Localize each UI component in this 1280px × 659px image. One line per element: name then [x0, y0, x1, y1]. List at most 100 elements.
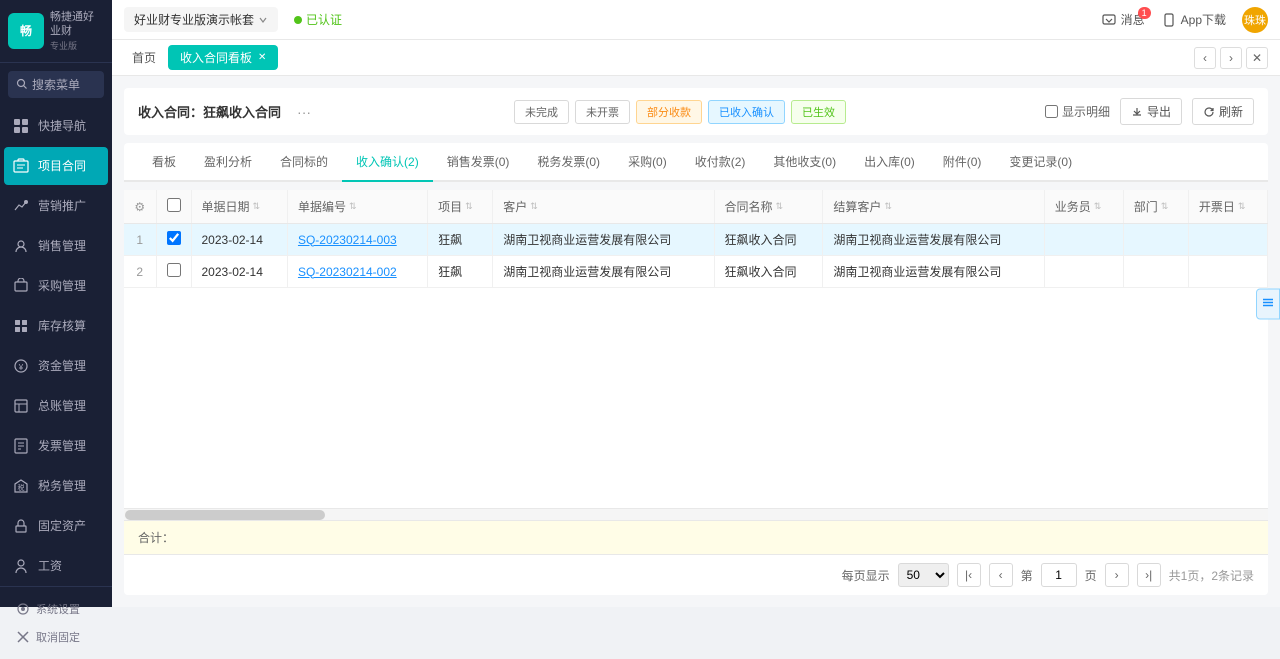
tab-purchase[interactable]: 采购(0): [614, 143, 681, 182]
scrollbar-thumb: [125, 510, 325, 520]
contract-prefix: 收入合同：狂飙收入合同: [138, 102, 281, 121]
sidebar-item-capital[interactable]: ¥ 资金管理: [4, 347, 108, 385]
sidebar-item-sales[interactable]: 销售管理: [4, 227, 108, 265]
message-button[interactable]: 消息 1: [1101, 11, 1145, 28]
tab-other-income[interactable]: 其他收支(0): [759, 143, 850, 182]
sidebar-item-hr[interactable]: 工资: [4, 547, 108, 585]
row-code[interactable]: SQ-20230214-003: [287, 224, 427, 256]
logo-sub: 专业版: [50, 39, 104, 52]
sidebar-quick-nav[interactable]: 快捷导航: [4, 107, 108, 145]
sales-icon: [12, 237, 30, 255]
status-confirmed[interactable]: 已收入确认: [708, 100, 785, 124]
table-row[interactable]: 2 2023-02-14 SQ-20230214-002 狂飙 湖南卫视商业运营…: [124, 256, 1268, 288]
tab-income-confirm[interactable]: 收入确认(2): [342, 143, 433, 182]
status-partial[interactable]: 部分收款: [636, 100, 702, 124]
contract-more-button[interactable]: ···: [293, 104, 315, 120]
th-gear[interactable]: ⚙: [124, 190, 156, 224]
row-code[interactable]: SQ-20230214-002: [287, 256, 427, 288]
row-checkbox-cell[interactable]: [156, 256, 191, 288]
page-label-prefix: 第: [1021, 567, 1033, 584]
tab-payment[interactable]: 收付款(2): [681, 143, 760, 182]
table-section: ⚙ 单据日期⇅ 单据编号⇅ 项: [124, 190, 1268, 595]
per-page-select[interactable]: 50 100 200: [898, 563, 949, 587]
cert-dot-icon: [294, 16, 302, 24]
data-table-container: ⚙ 单据日期⇅ 单据编号⇅ 项: [124, 190, 1268, 508]
row-code-link[interactable]: SQ-20230214-002: [298, 265, 397, 279]
tab-close-icon[interactable]: ✕: [258, 52, 266, 63]
sidebar-item-marketing[interactable]: 营销推广: [4, 187, 108, 225]
purchase-label: 采购管理: [38, 277, 86, 294]
row-customer: 湖南卫视商业运营发展有限公司: [493, 224, 714, 256]
refresh-button[interactable]: 刷新: [1192, 98, 1254, 125]
show-detail-checkbox[interactable]: [1045, 105, 1058, 118]
row-salesperson: [1044, 224, 1123, 256]
general-label: 总账管理: [38, 397, 86, 414]
sidebar-item-fixed[interactable]: 固定资产: [4, 507, 108, 545]
row-checkbox-cell[interactable]: [156, 224, 191, 256]
quick-action-button[interactable]: [1256, 288, 1280, 319]
tab-profit[interactable]: 盈利分析: [190, 143, 266, 182]
tab-sales-invoice[interactable]: 销售发票(0): [433, 143, 524, 182]
page-prev-button[interactable]: ‹: [989, 563, 1013, 587]
hr-label: 工资: [38, 557, 62, 574]
tab-contract-standard[interactable]: 合同标的: [266, 143, 342, 182]
page-last-button[interactable]: ›|: [1137, 563, 1161, 587]
table-row[interactable]: 1 2023-02-14 SQ-20230214-003 狂飙 湖南卫视商业运营…: [124, 224, 1268, 256]
row-checkbox[interactable]: [167, 231, 181, 245]
status-incomplete[interactable]: 未完成: [514, 100, 569, 124]
th-code: 单据编号⇅: [287, 190, 427, 224]
tab-change-log[interactable]: 变更记录(0): [995, 143, 1086, 182]
table-footer: 合计：: [124, 520, 1268, 554]
tab-kanban[interactable]: 看板: [138, 143, 190, 182]
sidebar-logo: 畅 畅捷通好业财 专业版: [0, 0, 112, 63]
th-date: 单据日期⇅: [191, 190, 287, 224]
sidebar-item-invoice[interactable]: 发票管理: [4, 427, 108, 465]
company-selector[interactable]: 好业财专业版演示帐套: [124, 7, 278, 32]
page-input[interactable]: 1: [1041, 563, 1077, 587]
tab-inout[interactable]: 出入库(0): [850, 143, 929, 182]
show-detail-checkbox-label: 显示明细: [1045, 103, 1110, 120]
row-settle-customer: 湖南卫视商业运营发展有限公司: [823, 224, 1044, 256]
th-settle-customer: 结算客户⇅: [823, 190, 1044, 224]
main-content: 好业财专业版演示帐套 已认证 消息 1 App下载 珠珠: [112, 0, 1280, 607]
tab-navigation: ‹ › ✕: [1194, 47, 1268, 69]
page-next-button[interactable]: ›: [1105, 563, 1129, 587]
search-menu-button[interactable]: 搜索菜单: [8, 71, 104, 98]
row-checkbox[interactable]: [167, 263, 181, 277]
page-first-button[interactable]: |‹: [957, 563, 981, 587]
app-download-button[interactable]: App下载: [1161, 11, 1226, 28]
sidebar-cancel-fixed[interactable]: 取消固定: [8, 623, 104, 651]
export-button[interactable]: 导出: [1120, 98, 1182, 125]
th-checkbox: [156, 190, 191, 224]
tab-home[interactable]: 首页: [124, 45, 164, 70]
sidebar-settings[interactable]: 系统设置: [8, 595, 104, 623]
sidebar-item-general[interactable]: 总账管理: [4, 387, 108, 425]
select-all-checkbox[interactable]: [167, 198, 181, 212]
tab-next-button[interactable]: ›: [1220, 47, 1242, 69]
sidebar-item-inventory[interactable]: 库存核算: [4, 307, 108, 345]
tab-income-contract[interactable]: 收入合同看板 ✕: [168, 45, 278, 70]
sidebar-item-project[interactable]: 项目合同: [4, 147, 108, 185]
tab-close-all-button[interactable]: ✕: [1246, 47, 1268, 69]
sidebar-item-tax[interactable]: 税 税务管理: [4, 467, 108, 505]
horizontal-scrollbar[interactable]: [124, 508, 1268, 520]
page-label-suffix: 页: [1085, 567, 1097, 584]
project-icon: [12, 157, 30, 175]
svg-text:¥: ¥: [18, 363, 24, 372]
gear-icon[interactable]: ⚙: [134, 200, 145, 214]
tab-attachment[interactable]: 附件(0): [929, 143, 996, 182]
marketing-label: 营销推广: [38, 197, 86, 214]
logo-icon: 畅: [8, 13, 44, 49]
status-active[interactable]: 已生效: [791, 100, 846, 124]
message-badge: 1: [1138, 7, 1151, 19]
row-customer: 湖南卫视商业运营发展有限公司: [493, 256, 714, 288]
row-code-link[interactable]: SQ-20230214-003: [298, 233, 397, 247]
tab-tax-invoice[interactable]: 税务发票(0): [523, 143, 614, 182]
row-date: 2023-02-14: [191, 256, 287, 288]
user-avatar[interactable]: 珠珠: [1242, 7, 1268, 33]
tab-prev-button[interactable]: ‹: [1194, 47, 1216, 69]
th-contract-name: 合同名称⇅: [714, 190, 823, 224]
sidebar-item-purchase[interactable]: 采购管理: [4, 267, 108, 305]
svg-text:税: 税: [18, 483, 25, 492]
status-uninvoiced[interactable]: 未开票: [575, 100, 630, 124]
